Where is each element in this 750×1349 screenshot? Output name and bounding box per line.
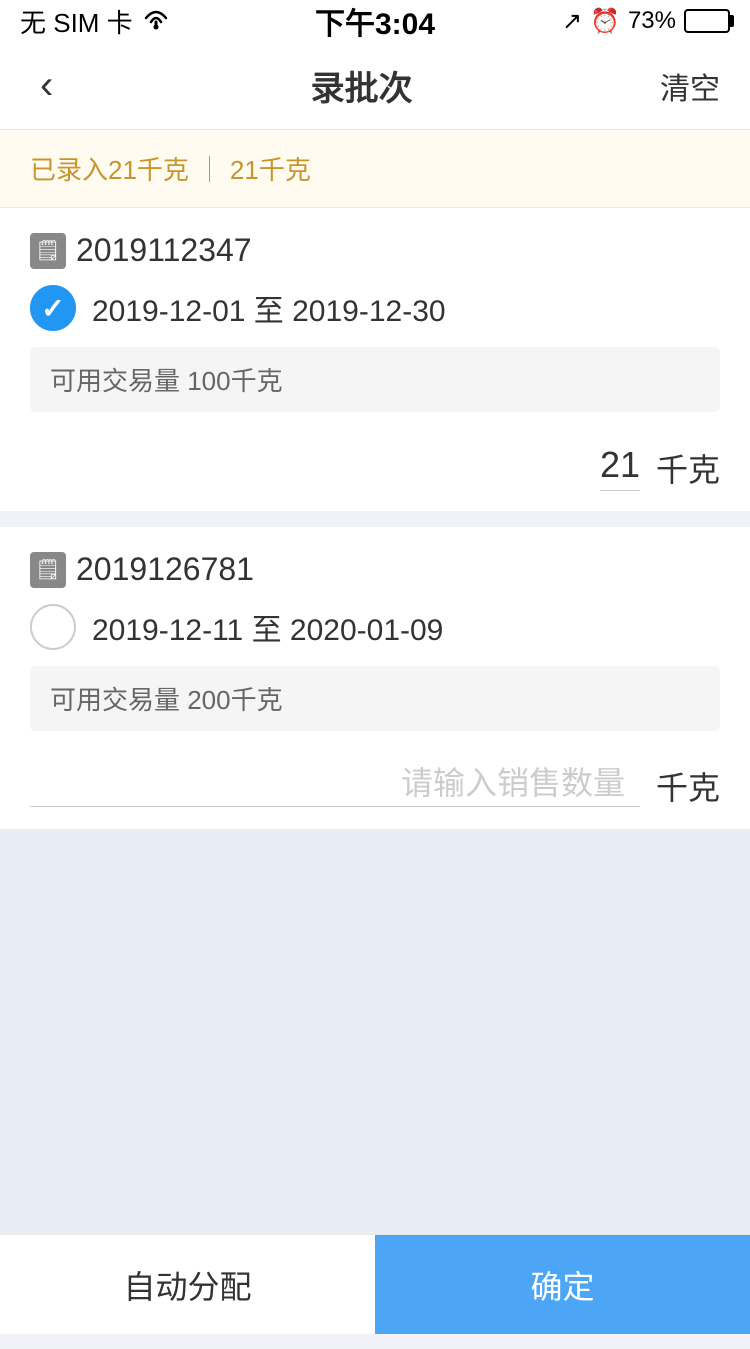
clear-button[interactable]: 清空 (660, 64, 720, 108)
batch-icon-2: 🗒 (30, 552, 66, 588)
input-unit-2: 千克 (656, 763, 720, 809)
batch-date-1: 2019-12-01 至 2019-12-30 (92, 286, 446, 330)
location-icon: ↗ (562, 7, 582, 36)
quantity-unit-1: 千克 (656, 445, 720, 491)
bottom-bar: 自动分配 确定 (0, 1234, 750, 1334)
quantity-value-1: 21 (600, 444, 640, 485)
quantity-input-2[interactable] (240, 765, 640, 802)
battery-percent: 73% (628, 7, 676, 35)
radio-2[interactable] (30, 604, 76, 650)
back-button[interactable]: ‹ (30, 53, 63, 118)
summary-label: 已录入21千克 (30, 150, 189, 187)
wifi-icon (141, 6, 171, 37)
summary-divider (209, 156, 210, 182)
batch-availability-2: 可用交易量 200千克 (30, 666, 720, 731)
batch-header-2: 🗒 2019126781 (0, 527, 750, 596)
status-time: 下午3:04 (315, 0, 435, 43)
check-icon-1: ✓ (41, 292, 64, 325)
batch-id-2: 2019126781 (76, 551, 254, 588)
summary-value: 21千克 (230, 150, 311, 187)
item-divider (0, 511, 750, 527)
radio-1[interactable]: ✓ (30, 285, 76, 331)
auto-distribute-button[interactable]: 自动分配 (0, 1235, 375, 1334)
status-right: ↗ ⏰ 73% (562, 7, 730, 36)
content: 已录入21千克 21千克 🗒 2019112347 ✓ 2019-12-01 至… (0, 130, 750, 1349)
batch-date-row-1[interactable]: ✓ 2019-12-01 至 2019-12-30 (0, 277, 750, 339)
batch-date-2: 2019-12-11 至 2020-01-09 (92, 605, 443, 649)
quantity-input-wrapper (30, 765, 640, 807)
nav-bar: ‹ 录批次 清空 (0, 42, 750, 130)
page-title: 录批次 (311, 61, 413, 110)
carrier-text: 无 SIM 卡 (20, 3, 133, 40)
empty-area (0, 829, 750, 1249)
batch-id-1: 2019112347 (76, 232, 252, 269)
input-row-2: 千克 (0, 747, 750, 829)
alarm-icon: ⏰ (590, 7, 620, 36)
batch-availability-1: 可用交易量 100千克 (30, 347, 720, 412)
quantity-display: 21 (600, 444, 640, 491)
summary-bar: 已录入21千克 21千克 (0, 130, 750, 208)
battery-icon (684, 9, 730, 33)
batch-date-row-2[interactable]: 2019-12-11 至 2020-01-09 (0, 596, 750, 658)
batch-item-1: 🗒 2019112347 ✓ 2019-12-01 至 2019-12-30 可… (0, 208, 750, 511)
batch-icon-1: 🗒 (30, 233, 66, 269)
status-bar: 无 SIM 卡 下午3:04 ↗ ⏰ 73% (0, 0, 750, 42)
batch-item-2: 🗒 2019126781 2019-12-11 至 2020-01-09 可用交… (0, 527, 750, 829)
batch-header-1: 🗒 2019112347 (0, 208, 750, 277)
confirm-button[interactable]: 确定 (375, 1235, 750, 1334)
quantity-row-1: 21 千克 (0, 428, 750, 511)
status-left: 无 SIM 卡 (20, 3, 171, 40)
